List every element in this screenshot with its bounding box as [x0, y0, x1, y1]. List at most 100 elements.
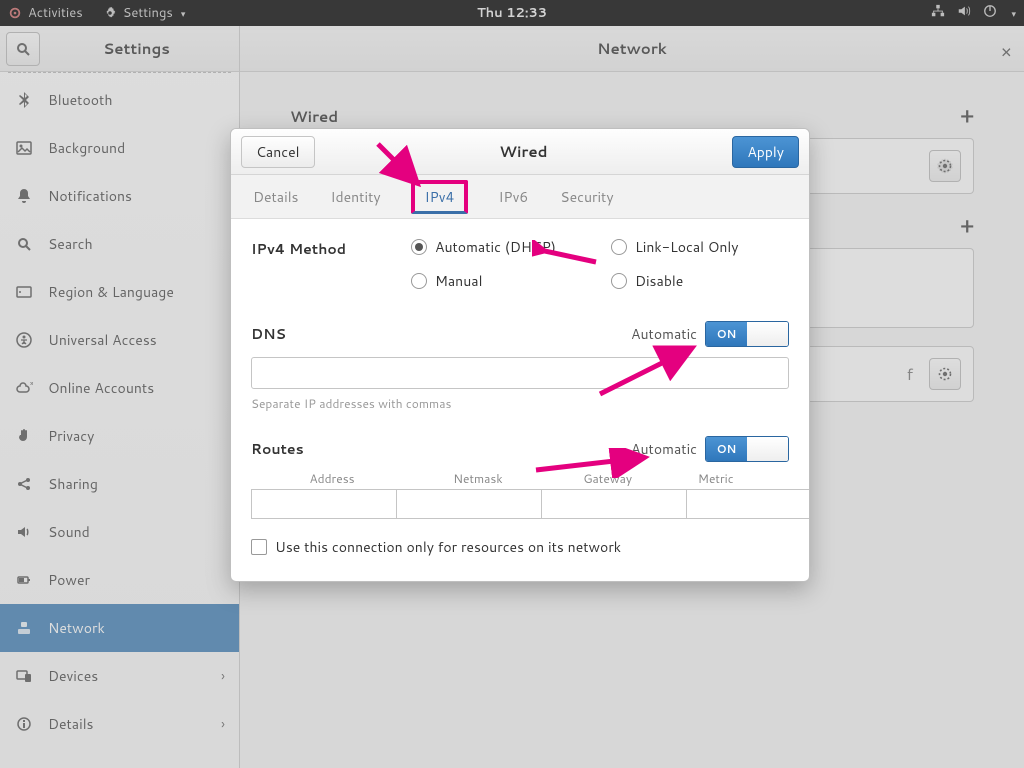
- sidebar-item-label: Search: [48, 234, 93, 254]
- gear-button[interactable]: [929, 150, 961, 182]
- top-panel: Activities Settings ▾ Thu 12:33 ▾: [0, 0, 1024, 26]
- dns-automatic-toggle[interactable]: ON: [705, 321, 789, 347]
- radio-link-local[interactable]: Link-Local Only: [611, 237, 771, 257]
- system-menu-caret-icon[interactable]: ▾: [1011, 7, 1016, 20]
- devices-icon: [14, 666, 34, 686]
- sidebar-item-search[interactable]: Search: [0, 220, 239, 268]
- radio-manual-label: Manual: [435, 271, 482, 291]
- tab-security[interactable]: Security: [558, 181, 615, 213]
- sidebar-item-label: Notifications: [48, 186, 132, 206]
- network-icon: [14, 618, 34, 638]
- speaker-icon: [14, 522, 34, 542]
- resources-checkbox[interactable]: [251, 539, 267, 555]
- sidebar-item-label: Sound: [48, 522, 90, 542]
- tab-details[interactable]: Details: [251, 181, 301, 213]
- sidebar-item-online-accounts[interactable]: » Online Accounts: [0, 364, 239, 412]
- resources-checkbox-label: Use this connection only for resources o…: [275, 537, 621, 557]
- sidebar-item-sound[interactable]: Sound: [0, 508, 239, 556]
- cloud-icon: »: [14, 378, 34, 398]
- dialog-title: Wired: [315, 141, 733, 162]
- hand-icon: [14, 426, 34, 446]
- search-button[interactable]: [6, 32, 40, 66]
- sidebar-title: Settings: [40, 38, 233, 59]
- dns-label: DNS: [251, 324, 286, 344]
- dns-hint: Separate IP addresses with commas: [251, 395, 789, 412]
- svg-text:»: »: [30, 380, 33, 389]
- clock-label[interactable]: Thu 12:33: [477, 4, 547, 22]
- off-label: f: [907, 363, 913, 386]
- col-metric: Metric: [673, 470, 759, 487]
- close-button[interactable]: ×: [1001, 38, 1012, 64]
- tab-ipv6[interactable]: IPv6: [496, 181, 530, 213]
- route-gateway-input[interactable]: [542, 489, 687, 519]
- sidebar-item-label: Region & Language: [48, 282, 174, 302]
- dns-input[interactable]: [251, 357, 789, 389]
- col-netmask: Netmask: [413, 470, 543, 487]
- routes-label: Routes: [251, 439, 304, 459]
- radio-disable-label: Disable: [635, 271, 683, 291]
- sidebar: Settings Bluetooth Background Notification…: [0, 26, 240, 768]
- cancel-button[interactable]: Cancel: [241, 136, 315, 168]
- caret-down-icon: ▾: [181, 7, 186, 20]
- magnifier-icon: [14, 234, 34, 254]
- power-icon[interactable]: [983, 4, 997, 23]
- power-icon: [14, 570, 34, 590]
- add-connection-button-2[interactable]: +: [960, 212, 974, 240]
- sidebar-item-label: Devices: [48, 666, 98, 686]
- routes-automatic-label: Automatic: [631, 439, 697, 459]
- routes-automatic-toggle[interactable]: ON: [705, 436, 789, 462]
- details-icon: [14, 714, 34, 734]
- add-connection-button[interactable]: +: [960, 102, 974, 130]
- sidebar-item-details[interactable]: Details›: [0, 700, 239, 748]
- share-icon: [14, 474, 34, 494]
- sidebar-item-notifications[interactable]: Notifications: [0, 172, 239, 220]
- sidebar-item-label: Privacy: [48, 426, 94, 446]
- radio-automatic-label: Automatic (DHCP): [435, 237, 556, 257]
- col-gateway: Gateway: [543, 470, 673, 487]
- radio-disable[interactable]: Disable: [611, 271, 771, 291]
- sidebar-item-background[interactable]: Background: [0, 124, 239, 172]
- sidebar-item-network[interactable]: Network: [0, 604, 239, 652]
- sidebar-item-sharing[interactable]: Sharing: [0, 460, 239, 508]
- radio-manual[interactable]: Manual: [411, 271, 611, 291]
- sidebar-item-label: Universal Access: [48, 330, 157, 350]
- sidebar-item-privacy[interactable]: Privacy: [0, 412, 239, 460]
- sidebar-item-label: Online Accounts: [48, 378, 154, 398]
- sidebar-item-label: Power: [48, 570, 90, 590]
- activities-label[interactable]: Activities: [28, 4, 83, 22]
- sidebar-item-universal-access[interactable]: Universal Access: [0, 316, 239, 364]
- route-netmask-input[interactable]: [397, 489, 542, 519]
- col-address: Address: [251, 470, 413, 487]
- radio-linklocal-label: Link-Local Only: [635, 237, 739, 257]
- activities-icon: [8, 6, 22, 20]
- sidebar-item-label: Network: [48, 618, 105, 638]
- gear-button-3[interactable]: [929, 358, 961, 390]
- sidebar-item-label: Sharing: [48, 474, 98, 494]
- dns-automatic-label: Automatic: [631, 324, 697, 344]
- tab-identity[interactable]: Identity: [329, 181, 383, 213]
- volume-icon[interactable]: [957, 4, 971, 23]
- route-metric-input[interactable]: [687, 489, 810, 519]
- tab-ipv4[interactable]: IPv4: [411, 180, 469, 214]
- apply-button[interactable]: Apply: [732, 136, 799, 168]
- bell-icon: [14, 186, 34, 206]
- settings-app-icon: [103, 6, 117, 20]
- sidebar-item-label: Background: [48, 138, 125, 158]
- dialog-tabs: Details Identity IPv4 IPv6 Security: [231, 175, 809, 219]
- route-address-input[interactable]: [251, 489, 397, 519]
- network-status-icon[interactable]: [931, 4, 945, 23]
- sidebar-item-devices[interactable]: Devices ›: [0, 652, 239, 700]
- chevron-right-icon: ›: [221, 666, 225, 686]
- radio-automatic-dhcp[interactable]: Automatic (DHCP): [411, 237, 611, 257]
- connection-dialog: Cancel Wired Apply Details Identity IPv4…: [230, 128, 810, 582]
- sidebar-item-bluetooth[interactable]: Bluetooth: [0, 76, 239, 124]
- sidebar-item-power[interactable]: Power: [0, 556, 239, 604]
- app-menu-label[interactable]: Settings: [123, 4, 173, 22]
- bluetooth-icon: [14, 90, 34, 110]
- access-icon: [14, 330, 34, 350]
- sidebar-item-region-language[interactable]: Region & Language: [0, 268, 239, 316]
- globe-icon: [14, 282, 34, 302]
- ipv4-method-label: IPv4 Method: [251, 237, 371, 259]
- sidebar-item-label: Bluetooth: [48, 90, 112, 110]
- wired-heading: Wired: [290, 106, 338, 127]
